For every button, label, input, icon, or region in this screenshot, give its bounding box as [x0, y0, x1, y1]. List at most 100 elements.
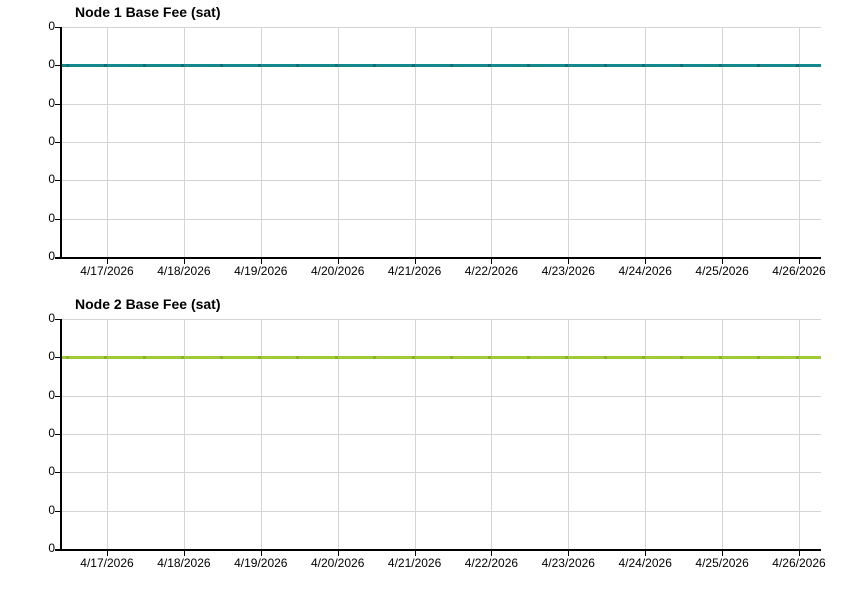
v-gridline	[414, 27, 416, 257]
y-tick-label: 0	[48, 426, 55, 440]
v-gridline	[107, 27, 108, 257]
chart-node-2-base-fee: Node 2 Base Fee (sat) 0 0 0 0 0 0 0 4/17/2026 4/1…	[0, 292, 860, 600]
x-tick-label: 4/23/2026	[541, 264, 595, 278]
data-point-marker	[258, 355, 261, 359]
data-point-marker	[757, 355, 761, 359]
v-gridline	[260, 27, 262, 257]
data-point-marker	[795, 63, 799, 67]
x-tick-label: 4/24/2026	[618, 556, 672, 570]
v-gridline	[183, 27, 185, 257]
h-gridline	[62, 142, 821, 143]
data-point-marker	[795, 355, 799, 359]
data-point-marker	[181, 63, 185, 67]
chart-title: Node 2 Base Fee (sat)	[75, 296, 221, 312]
chart-node-1-base-fee: Node 1 Base Fee (sat) 0 0 0 0 0 0 0 4/17/2026 4/1…	[0, 0, 860, 292]
v-gridline	[107, 319, 108, 549]
x-tick-label: 4/21/2026	[387, 264, 442, 278]
data-point-marker	[642, 355, 645, 359]
x-tick-label: 4/20/2026	[310, 556, 365, 570]
v-gridline	[491, 319, 493, 549]
h-gridline	[62, 180, 821, 182]
data-point-marker	[373, 355, 377, 359]
data-point-marker	[296, 63, 300, 67]
v-gridline	[799, 319, 800, 549]
y-tick-label: 0	[48, 249, 55, 263]
x-tick-label: 4/26/2026	[772, 556, 826, 570]
data-point-marker	[411, 355, 415, 359]
h-gridline	[62, 472, 821, 474]
y-tick-label: 0	[48, 349, 55, 364]
h-gridline	[62, 510, 821, 512]
data-point-marker	[66, 355, 69, 359]
x-axis-line	[55, 549, 821, 551]
y-axis-line	[60, 319, 62, 551]
base-fee-charts-panel: Node 1 Base Fee (sat) 0 0 0 0 0 0 0 4/17/2026 4/1…	[0, 0, 860, 600]
y-axis-line	[60, 27, 62, 259]
data-point-marker	[565, 355, 569, 359]
series-line-node1	[62, 63, 821, 67]
data-point-marker	[104, 63, 108, 67]
data-point-marker	[258, 63, 261, 67]
h-gridline	[62, 218, 821, 220]
h-gridline	[62, 395, 821, 397]
y-tick-label: 0	[48, 95, 55, 110]
v-gridline	[337, 27, 339, 257]
y-tick-label: 0	[48, 210, 55, 225]
data-point-marker	[526, 355, 530, 359]
data-point-marker	[373, 63, 377, 67]
v-gridline	[414, 319, 416, 549]
v-gridline	[645, 27, 647, 257]
chart-title: Node 1 Base Fee (sat)	[75, 4, 221, 20]
x-tick-label: 4/22/2026	[464, 264, 519, 278]
v-gridline	[337, 319, 339, 549]
x-tick-label: 4/17/2026	[80, 264, 134, 278]
v-gridline	[568, 319, 570, 549]
x-tick-label: 4/18/2026	[157, 264, 211, 278]
data-point-marker	[142, 355, 146, 359]
v-gridline	[645, 319, 647, 549]
y-tick-label: 0	[48, 541, 55, 555]
data-point-marker	[526, 63, 530, 67]
v-gridline	[491, 27, 493, 257]
data-point-marker	[219, 355, 223, 359]
data-point-marker	[219, 63, 223, 67]
y-tick-label: 0	[48, 57, 55, 72]
data-point-marker	[104, 355, 108, 359]
data-point-marker	[718, 63, 722, 67]
y-tick-label: 0	[48, 464, 55, 479]
data-point-marker	[642, 63, 645, 67]
y-tick-label: 0	[48, 502, 55, 517]
data-point-marker	[334, 355, 338, 359]
data-point-marker	[450, 355, 453, 359]
h-gridline	[62, 319, 821, 320]
x-tick-label: 4/22/2026	[464, 556, 519, 570]
x-tick-label: 4/20/2026	[310, 264, 365, 278]
h-gridline	[62, 434, 821, 435]
x-tick-label: 4/17/2026	[80, 556, 134, 570]
x-tick-label: 4/23/2026	[541, 556, 595, 570]
data-point-marker	[334, 63, 338, 67]
v-gridline	[260, 319, 262, 549]
x-tick-label: 4/19/2026	[234, 556, 288, 570]
v-gridline	[799, 27, 800, 257]
x-tick-label: 4/19/2026	[234, 264, 288, 278]
data-point-marker	[603, 355, 607, 359]
data-point-marker	[603, 63, 607, 67]
y-tick-label: 0	[48, 311, 55, 325]
data-point-marker	[757, 63, 761, 67]
v-gridline	[568, 27, 570, 257]
data-point-marker	[565, 63, 569, 67]
data-point-marker	[142, 63, 146, 67]
h-gridline	[62, 103, 821, 105]
data-point-marker	[411, 63, 415, 67]
v-gridline	[722, 319, 724, 549]
series-line-node2	[62, 355, 821, 359]
x-tick-label: 4/25/2026	[695, 264, 749, 278]
x-tick-label: 4/26/2026	[772, 264, 826, 278]
v-gridline	[183, 319, 185, 549]
x-axis-line	[55, 257, 821, 259]
data-point-marker	[66, 63, 69, 67]
x-tick-label: 4/21/2026	[387, 556, 442, 570]
data-point-marker	[680, 355, 684, 359]
x-tick-label: 4/25/2026	[695, 556, 749, 570]
